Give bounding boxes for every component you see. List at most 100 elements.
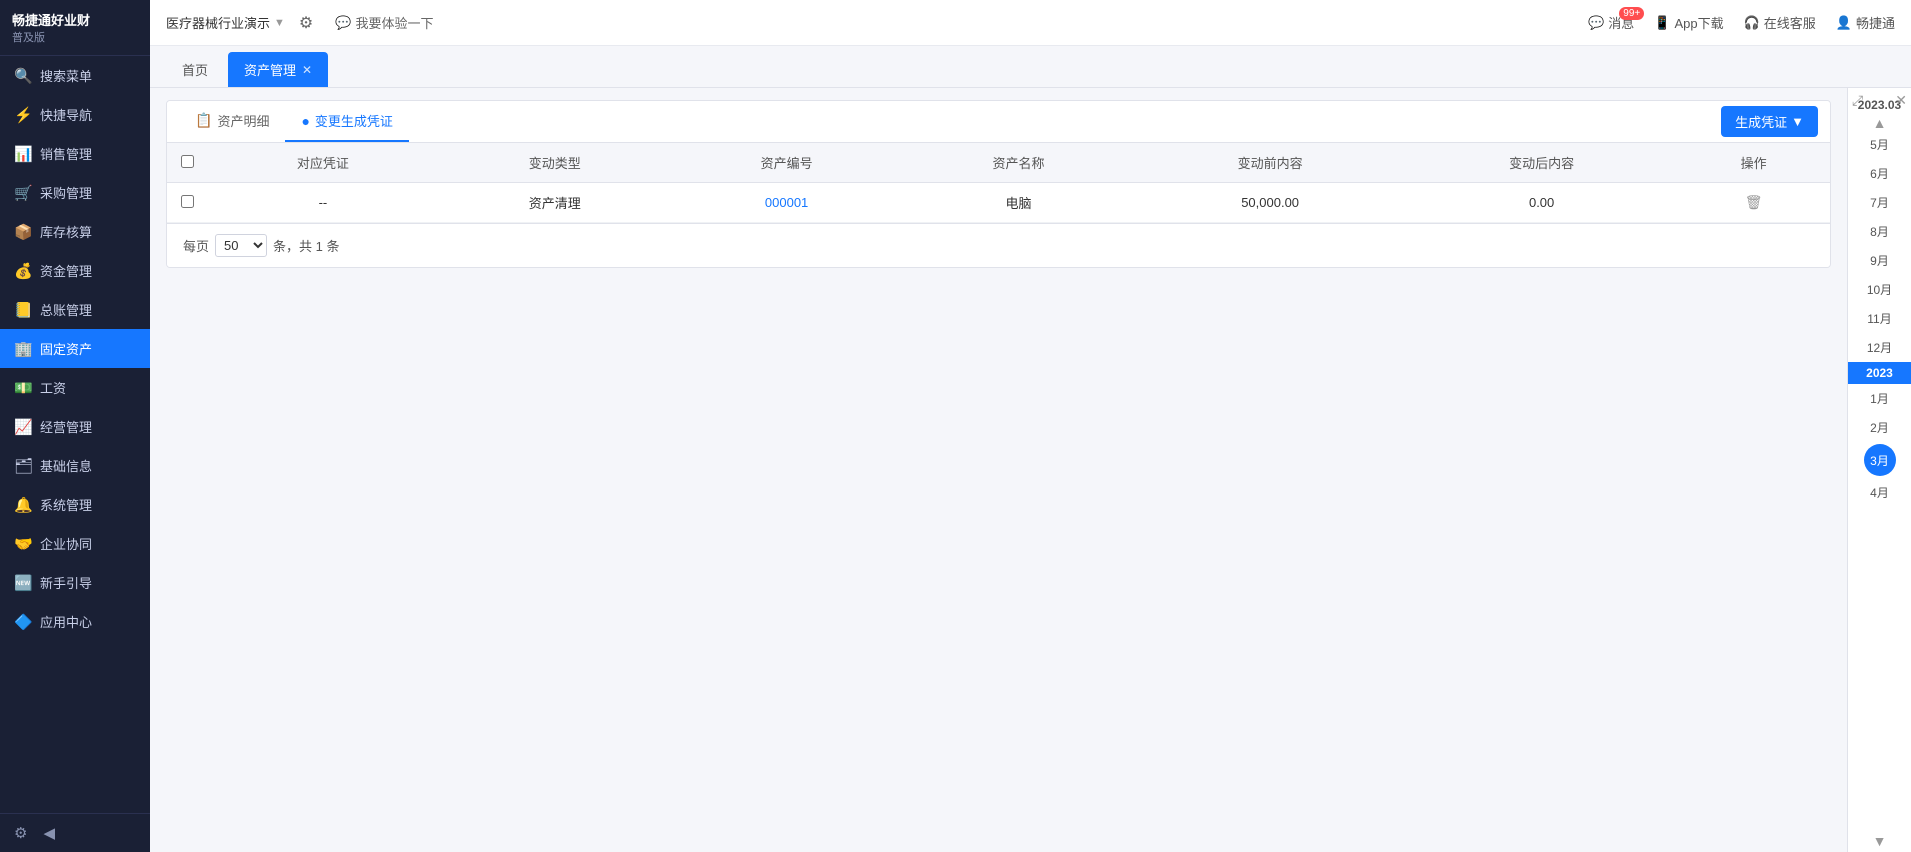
sidebar-label-app-center: 应用中心	[40, 612, 92, 631]
sub-tab-change-voucher[interactable]: ● 变更生成凭证	[285, 101, 408, 142]
topbar-right: 💬 消息 99 📱 App下载 🎧 在线客服 👤 畅捷通	[1588, 13, 1895, 32]
sidebar-item-salary[interactable]: 💵 工资	[0, 368, 150, 407]
delete-icon[interactable]: 🗑	[1745, 194, 1763, 210]
sidebar-menu: 🔍 搜索菜单 ⚡ 快捷导航 📊 销售管理 🛒 采购管理 📦 库存核算 💰 资金管…	[0, 56, 150, 813]
sidebar-item-search[interactable]: 🔍 搜索菜单	[0, 56, 150, 95]
feedback-label: 我要体验一下	[355, 13, 433, 32]
system-icon: 🔔	[14, 496, 32, 514]
quick-nav-icon: ⚡	[14, 106, 32, 124]
sidebar-item-operations[interactable]: 📈 经营管理	[0, 407, 150, 446]
table-wrapper: 对应凭证 变动类型 资产编号 资产名称 变动前内容 变动后内容 操作	[167, 143, 1830, 223]
sidebar-item-funds[interactable]: 💰 资金管理	[0, 251, 150, 290]
cal-month-11[interactable]: 11月	[1848, 304, 1911, 333]
calendar-up-icon[interactable]: ▲	[1873, 116, 1887, 130]
sidebar-item-purchase[interactable]: 🛒 采购管理	[0, 173, 150, 212]
chevron-down-icon: ▼	[274, 17, 285, 29]
expand-icon[interactable]: ⤢	[1852, 92, 1863, 109]
sidebar-item-sales[interactable]: 📊 销售管理	[0, 134, 150, 173]
cal-month-6[interactable]: 6月	[1848, 159, 1911, 188]
cell-asset-no[interactable]: 000001	[671, 183, 903, 223]
sidebar-item-system[interactable]: 🔔 系统管理	[0, 485, 150, 524]
close-icon[interactable]: ✕	[1895, 92, 1907, 109]
tab-close-icon[interactable]: ✕	[302, 63, 312, 77]
sidebar-label-system: 系统管理	[40, 495, 92, 514]
sidebar-item-fixed-assets[interactable]: 🏢 固定资产	[0, 329, 150, 368]
sidebar-item-ledger[interactable]: 📒 总账管理	[0, 290, 150, 329]
sidebar-label-search: 搜索菜单	[40, 66, 92, 85]
cell-asset-name: 电脑	[903, 183, 1135, 223]
guide-icon: 🆕	[14, 574, 32, 592]
sub-tab-asset-detail[interactable]: 📋 资产明细	[179, 101, 285, 142]
cal-month-4[interactable]: 4月	[1848, 478, 1911, 507]
select-all-checkbox[interactable]	[181, 155, 194, 168]
user-icon: 👤	[1836, 15, 1852, 31]
generate-voucher-button[interactable]: 生成凭证 ▼	[1721, 106, 1818, 137]
topbar: 医疗器械行业演示 ▼ ⚙ 💬 我要体验一下 💬 消息 99 📱 App下载 🎧 …	[150, 0, 1911, 46]
calendar-down-icon[interactable]: ▼	[1873, 834, 1887, 848]
cell-before: 50,000.00	[1134, 183, 1406, 223]
data-table: 对应凭证 变动类型 资产编号 资产名称 变动前内容 变动后内容 操作	[167, 143, 1830, 223]
cal-month-12[interactable]: 12月	[1848, 333, 1911, 362]
collapse-icon[interactable]: ◀	[43, 824, 55, 842]
sidebar-item-enterprise[interactable]: 🤝 企业协同	[0, 524, 150, 563]
sales-icon: 📊	[14, 145, 32, 163]
cal-month-8[interactable]: 8月	[1848, 217, 1911, 246]
asset-detail-icon: 📋	[195, 112, 212, 129]
app-name: 畅捷通好业财	[12, 10, 138, 29]
per-page-select[interactable]: 50 10 20 100	[215, 234, 267, 257]
topbar-settings-icon[interactable]: ⚙	[299, 13, 313, 33]
sidebar-item-basic-info[interactable]: 🗂 基础信息	[0, 446, 150, 485]
app-download-button[interactable]: 📱 App下载	[1654, 13, 1723, 32]
feedback-icon: 💬	[335, 15, 351, 31]
fixed-assets-icon: 🏢	[14, 340, 32, 358]
cal-year-2023: 2023	[1848, 362, 1911, 384]
messages-button[interactable]: 💬 消息 99	[1588, 13, 1634, 32]
company-selector[interactable]: 医疗器械行业演示 ▼	[166, 13, 285, 32]
sidebar-item-quick-nav[interactable]: ⚡ 快捷导航	[0, 95, 150, 134]
sidebar-item-guide[interactable]: 🆕 新手引导	[0, 563, 150, 602]
sidebar-item-app-center[interactable]: 🔷 应用中心	[0, 602, 150, 641]
cal-month-10[interactable]: 10月	[1848, 275, 1911, 304]
enterprise-icon: 🤝	[14, 535, 32, 553]
cell-op[interactable]: 🗑	[1677, 183, 1830, 223]
sub-tab-change-voucher-label: 变更生成凭证	[315, 111, 393, 130]
tab-bar: 首页 资产管理 ✕	[150, 46, 1911, 88]
app-download-label: App下载	[1674, 13, 1723, 32]
cal-month-1[interactable]: 1月	[1848, 384, 1911, 413]
checkbox-header[interactable]	[167, 143, 207, 183]
online-service-icon: 🎧	[1744, 15, 1760, 31]
operations-icon: 📈	[14, 418, 32, 436]
salary-icon: 💵	[14, 379, 32, 397]
cell-voucher: --	[207, 183, 439, 223]
cal-month-9[interactable]: 9月	[1848, 246, 1911, 275]
pagination: 每页 50 10 20 100 条，共 1 条	[167, 223, 1830, 267]
col-op: 操作	[1677, 143, 1830, 183]
cal-month-3-current[interactable]: 3月	[1864, 444, 1896, 476]
settings-gear-icon[interactable]: ⚙	[14, 824, 27, 842]
sidebar-item-inventory[interactable]: 📦 库存核算	[0, 212, 150, 251]
total-label: 条，共 1 条	[273, 236, 339, 255]
ledger-icon: 📒	[14, 301, 32, 319]
main-and-calendar: 📋 资产明细 ● 变更生成凭证 生成凭证 ▼	[150, 88, 1911, 852]
sidebar-label-salary: 工资	[40, 378, 66, 397]
feedback-button[interactable]: 💬 我要体验一下	[335, 13, 433, 32]
cal-month-2[interactable]: 2月	[1848, 413, 1911, 442]
purchase-icon: 🛒	[14, 184, 32, 202]
user-menu[interactable]: 👤 畅捷通	[1836, 13, 1895, 32]
online-service-button[interactable]: 🎧 在线客服	[1744, 13, 1816, 32]
row-select-checkbox[interactable]	[181, 195, 194, 208]
cal-month-7[interactable]: 7月	[1848, 188, 1911, 217]
sidebar-label-ledger: 总账管理	[40, 300, 92, 319]
tab-asset-management-label: 资产管理	[244, 60, 296, 79]
messages-icon: 💬	[1588, 15, 1604, 31]
table-row: -- 资产清理 000001 电脑 50,000.00 0.00 🗑	[167, 183, 1830, 223]
row-checkbox[interactable]	[167, 183, 207, 223]
sub-tabs: 📋 资产明细 ● 变更生成凭证 生成凭证 ▼	[167, 101, 1830, 143]
cal-month-5[interactable]: 5月	[1848, 130, 1911, 159]
tab-asset-management[interactable]: 资产管理 ✕	[228, 52, 328, 87]
tab-home[interactable]: 首页	[166, 52, 224, 87]
inventory-icon: 📦	[14, 223, 32, 241]
sidebar-label-funds: 资金管理	[40, 261, 92, 280]
app-edition: 普及版	[12, 29, 138, 45]
chevron-down-icon: ▼	[1791, 114, 1804, 129]
